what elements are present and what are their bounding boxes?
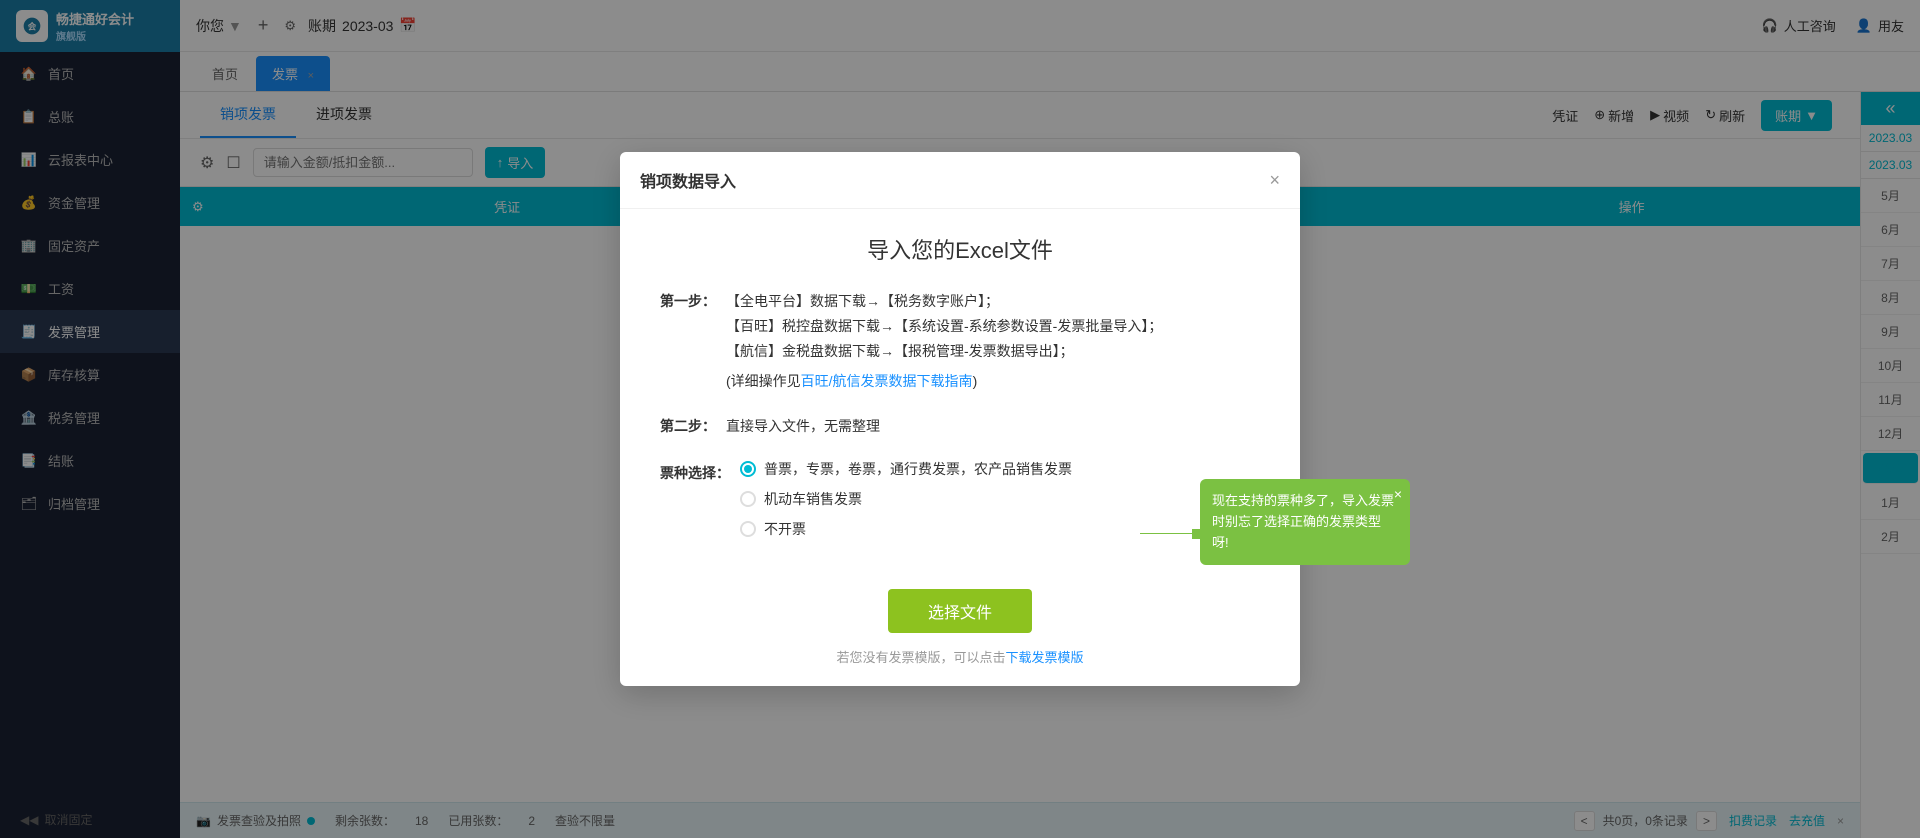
radio-label-1: 机动车销售发票 <box>764 489 862 509</box>
dialog-header: 销项数据导入 × <box>620 152 1300 209</box>
step1-hint-prefix: (详细操作见 <box>726 373 801 389</box>
step1-label: 第一步： <box>660 289 716 311</box>
import-dialog: 销项数据导入 × 导入您的Excel文件 第一步： 【全电平台】数据下载→【税务… <box>620 152 1300 686</box>
select-file-button[interactable]: 选择文件 <box>888 589 1032 633</box>
tooltip-line <box>1140 533 1200 534</box>
step1: 第一步： 【全电平台】数据下载→【税务数字账户】； 【百旺】税控盘数据下载→【系… <box>660 289 1260 394</box>
dialog-body: 导入您的Excel文件 第一步： 【全电平台】数据下载→【税务数字账户】； 【百… <box>620 209 1300 589</box>
download-guide-link[interactable]: 百旺/航信发票数据下载指南 <box>801 373 973 389</box>
step1-line3: 【航信】金税盘数据下载→【报税管理-发票数据导出】； <box>726 339 1162 364</box>
radio-dot-0 <box>744 465 752 473</box>
step1-hint-suffix: ) <box>973 373 978 389</box>
download-template-link[interactable]: 下载发票模版 <box>1006 650 1084 665</box>
radio-circle-2 <box>740 521 756 537</box>
radio-label-2: 不开票 <box>764 519 806 539</box>
dialog-close-button[interactable]: × <box>1269 171 1280 189</box>
tooltip-text: 现在支持的票种多了，导入发票时别忘了选择正确的发票类型呀! <box>1212 493 1394 550</box>
dialog-footer: 选择文件 若您没有发票模版，可以点击下载发票模版 <box>620 589 1300 686</box>
dialog-title: 销项数据导入 <box>640 168 736 192</box>
modal-overlay[interactable]: 销项数据导入 × 导入您的Excel文件 第一步： 【全电平台】数据下载→【税务… <box>0 0 1920 838</box>
download-hint: 若您没有发票模版，可以点击下载发票模版 <box>660 647 1260 666</box>
step2: 第二步： 直接导入文件，无需整理 <box>660 414 1260 439</box>
tooltip-container: × 现在支持的票种多了，导入发票时别忘了选择正确的发票类型呀! <box>1200 479 1410 565</box>
tooltip-bubble: × 现在支持的票种多了，导入发票时别忘了选择正确的发票类型呀! <box>1200 479 1410 565</box>
step2-content: 直接导入文件，无需整理 <box>726 414 880 439</box>
radio-circle-0 <box>740 461 756 477</box>
ticket-select: 票种选择： 普票，专票，卷票，通行费发票，农产品销售发票 机动车销售发票 <box>660 459 1260 539</box>
radio-option-0[interactable]: 普票，专票，卷票，通行费发票，农产品销售发票 <box>740 459 1072 479</box>
step1-content: 【全电平台】数据下载→【税务数字账户】； 【百旺】税控盘数据下载→【系统设置-系… <box>726 289 1162 394</box>
step2-label: 第二步： <box>660 414 716 436</box>
radio-option-2[interactable]: 不开票 <box>740 519 1072 539</box>
ticket-label: 票种选择： <box>660 459 730 483</box>
step1-hint: (详细操作见百旺/航信发票数据下载指南) <box>726 369 1162 394</box>
tooltip-close-btn[interactable]: × <box>1394 483 1402 505</box>
step1-line2: 【百旺】税控盘数据下载→【系统设置-系统参数设置-发票批量导入】； <box>726 314 1162 339</box>
step1-line1: 【全电平台】数据下载→【税务数字账户】； <box>726 289 1162 314</box>
radio-group: 普票，专票，卷票，通行费发票，农产品销售发票 机动车销售发票 不开票 <box>740 459 1072 539</box>
download-hint-prefix: 若您没有发票模版，可以点击 <box>836 650 1005 665</box>
radio-circle-1 <box>740 491 756 507</box>
radio-label-0: 普票，专票，卷票，通行费发票，农产品销售发票 <box>764 459 1072 479</box>
dialog-main-title: 导入您的Excel文件 <box>660 233 1260 265</box>
radio-option-1[interactable]: 机动车销售发票 <box>740 489 1072 509</box>
